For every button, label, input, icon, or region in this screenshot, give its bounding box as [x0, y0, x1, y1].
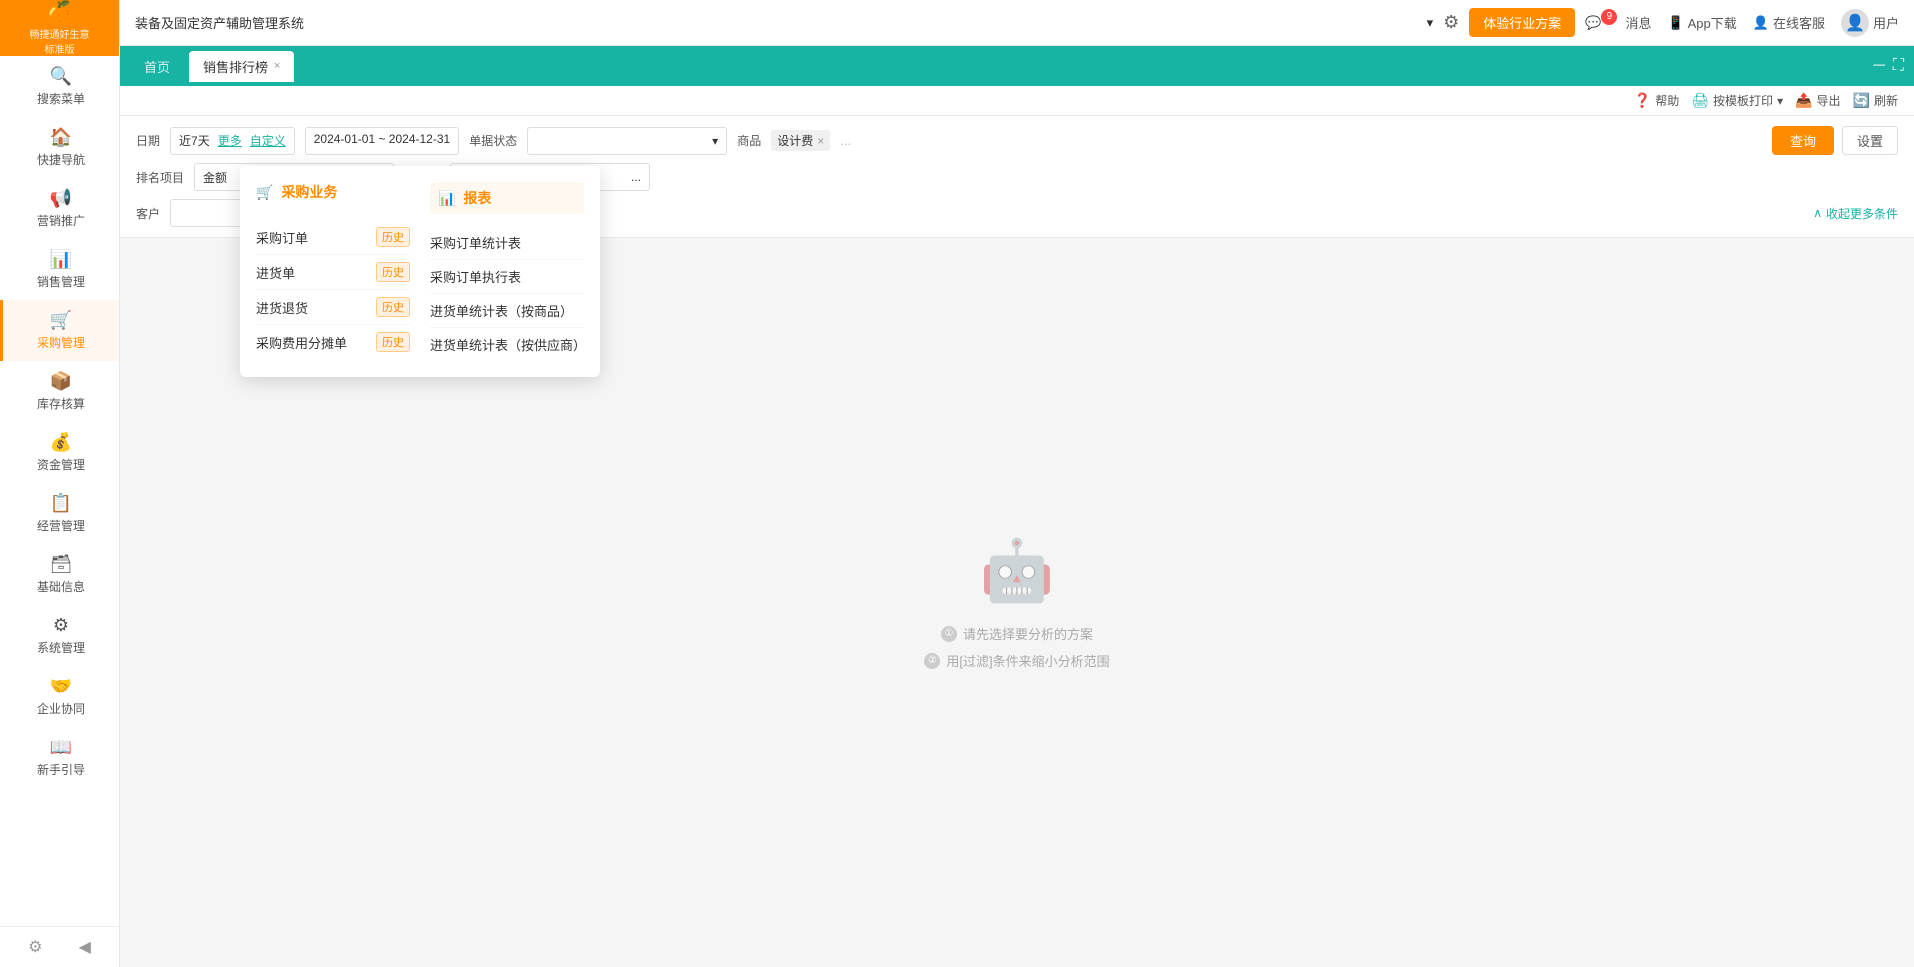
dropdown-item-goods-stats-by-product[interactable]: 进货单统计表（按商品）	[430, 294, 584, 328]
dropdown-item-purchase-expense[interactable]: 采购费用分摊单 历史	[256, 325, 410, 359]
purchase-header-icon: 🛒	[256, 184, 273, 201]
item-label: 进货单统计表（按供应商）	[430, 335, 584, 354]
item-label: 进货退货	[256, 298, 308, 317]
history-badge: 历史	[376, 227, 410, 247]
purchase-col-header: 🛒 采购业务	[256, 182, 410, 208]
history-badge: 历史	[376, 262, 410, 282]
item-label: 进货单	[256, 263, 295, 282]
purchase-header-label: 采购业务	[281, 182, 337, 202]
dropdown-menu: 🛒 采购业务 采购订单 历史 进货单 历史 进货退货 历史	[240, 166, 600, 377]
dropdown-item-goods-receipt[interactable]: 进货单 历史	[256, 255, 410, 290]
item-label: 采购订单执行表	[430, 267, 521, 286]
purchase-col: 🛒 采购业务 采购订单 历史 进货单 历史 进货退货 历史	[256, 182, 410, 361]
dropdown-item-purchase-order[interactable]: 采购订单 历史	[256, 220, 410, 255]
dropdown-cols: 🛒 采购业务 采购订单 历史 进货单 历史 进货退货 历史	[256, 182, 584, 361]
reports-col-header: 📊 报表	[430, 182, 584, 214]
reports-header-label: 报表	[463, 188, 491, 208]
dropdown-item-goods-stats-by-supplier[interactable]: 进货单统计表（按供应商）	[430, 328, 584, 361]
content: ❓ 帮助 🖨 按模板打印 ▾ 📤 导出 🔄 刷新 日期 近7天	[120, 86, 1914, 967]
history-badge: 历史	[376, 332, 410, 352]
item-label: 采购订单	[256, 228, 308, 247]
dropdown-item-purchase-order-exec[interactable]: 采购订单执行表	[430, 260, 584, 294]
dropdown-item-goods-return[interactable]: 进货退货 历史	[256, 290, 410, 325]
history-badge: 历史	[376, 297, 410, 317]
reports-col: 📊 报表 采购订单统计表 采购订单执行表 进货单统计表（按商品） 进货单统计表（…	[430, 182, 584, 361]
item-label: 进货单统计表（按商品）	[430, 301, 573, 320]
dropdown-item-purchase-order-stats[interactable]: 采购订单统计表	[430, 226, 584, 260]
reports-header-icon: 📊	[438, 190, 455, 207]
main-area: 装备及固定资产辅助管理系统 ▾ ⚙ 体验行业方案 💬 9 消息 📱 App下载 …	[120, 0, 1914, 967]
item-label: 采购订单统计表	[430, 233, 521, 252]
item-label: 采购费用分摊单	[256, 333, 347, 352]
